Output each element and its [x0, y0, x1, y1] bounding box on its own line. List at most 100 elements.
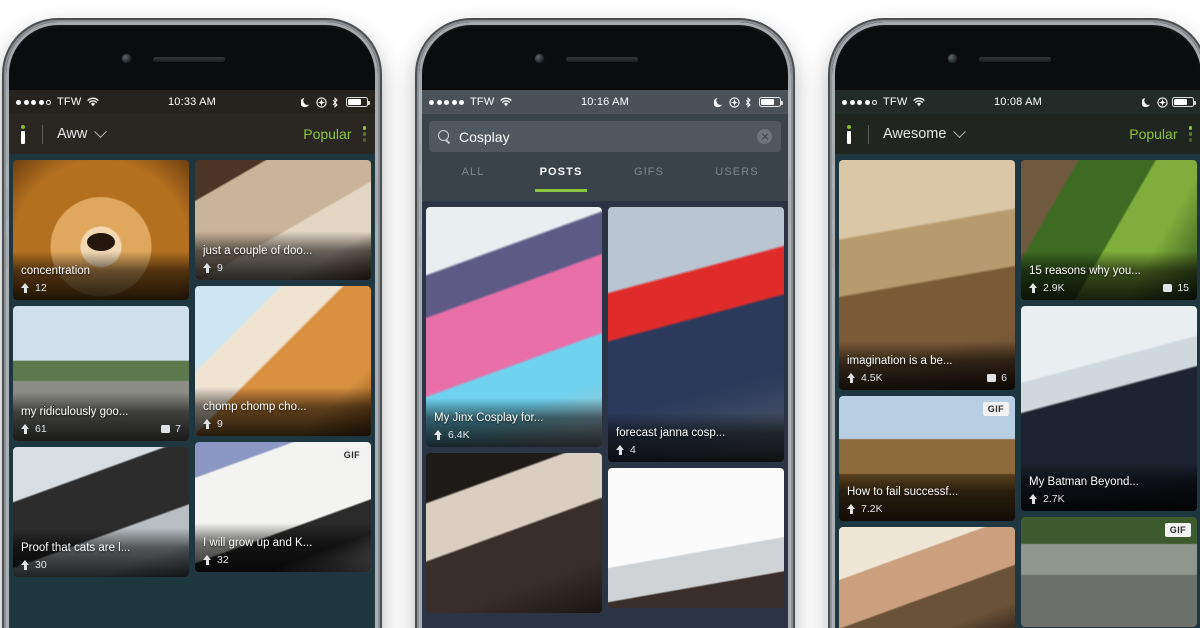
app-nav-bar: Aww Popular [6, 114, 378, 154]
front-camera-icon [948, 54, 957, 63]
post-meta: 4 [616, 444, 776, 456]
nav-divider [868, 124, 869, 144]
upvote-count: 12 [35, 282, 47, 294]
category-label: Awesome [883, 126, 947, 142]
upvote-icon[interactable] [21, 282, 30, 294]
category-label: Aww [57, 126, 88, 142]
feed-column: concentration 12 my ridiculously goo... 61 7… [13, 160, 189, 577]
tab-users[interactable]: USERS [693, 152, 781, 192]
volume-button[interactable] [832, 234, 834, 268]
location-icon [316, 96, 327, 108]
upvote-icon[interactable] [1029, 282, 1038, 294]
volume-button[interactable] [419, 144, 421, 164]
earpiece-speaker [153, 57, 225, 62]
tab-posts[interactable]: POSTS [517, 152, 605, 192]
kebab-menu-icon[interactable] [362, 126, 366, 142]
upvote-count: 6.4K [448, 429, 470, 441]
logo-dot [20, 124, 25, 129]
tab-gifs[interactable]: GIFS [605, 152, 693, 192]
search-tabs: ALL POSTS GIFS USERS [429, 152, 781, 192]
upvote-count: 9 [217, 262, 223, 274]
post-card[interactable] [608, 468, 784, 608]
post-overlay: Proof that cats are l... 30 [13, 527, 189, 577]
post-feed[interactable]: concentration 12 my ridiculously goo... 61 7… [6, 154, 378, 628]
volume-button[interactable] [832, 144, 834, 164]
post-title: forecast janna cosp... [616, 426, 726, 439]
post-card[interactable]: My Jinx Cosplay for... 6.4K [426, 207, 602, 447]
phone-screen: TFW 10:16 AM Cosplay ALL POSTS GIFS USERS My Ji… [419, 90, 791, 628]
power-button[interactable] [789, 177, 791, 223]
kebab-dot [362, 138, 366, 142]
search-input[interactable]: Cosplay [429, 121, 781, 152]
post-meta: 9 [203, 418, 363, 430]
volume-button[interactable] [6, 144, 8, 164]
post-title: How to fail successf... [847, 485, 959, 498]
feed-columns: concentration 12 my ridiculously goo... 61 7… [13, 160, 371, 577]
imgur-logo-icon[interactable] [18, 124, 27, 144]
upvote-icon[interactable] [847, 503, 856, 515]
sort-label[interactable]: Popular [1129, 126, 1177, 142]
post-overlay: I will grow up and K... 32 [195, 522, 371, 572]
upvote-icon[interactable] [616, 444, 625, 456]
post-card[interactable]: GIF I will grow up and K... 32 [195, 442, 371, 572]
imgur-logo-icon[interactable] [844, 124, 853, 144]
upvote-icon[interactable] [1029, 493, 1038, 505]
comment-icon[interactable] [1163, 284, 1173, 292]
category-selector[interactable]: Awesome [883, 124, 967, 142]
comment-icon[interactable] [161, 425, 171, 433]
post-card[interactable]: imagination is a be... 4.5K 6 [839, 160, 1015, 390]
upvote-icon[interactable] [847, 372, 856, 384]
upvote-icon[interactable] [21, 423, 30, 435]
volume-button[interactable] [419, 187, 421, 221]
post-card[interactable]: GIF How to fail successf... 7.2K [839, 396, 1015, 521]
logo-stem [846, 130, 851, 144]
post-feed[interactable]: imagination is a be... 4.5K 6 GIF How to fai… [832, 154, 1200, 628]
kebab-dot [362, 126, 366, 130]
volume-button[interactable] [419, 234, 421, 268]
post-card[interactable] [426, 453, 602, 613]
kebab-menu-icon[interactable] [1188, 126, 1192, 142]
post-card[interactable]: my ridiculously goo... 61 7 [13, 306, 189, 441]
phone-bezel-top [6, 22, 378, 90]
feed-column: 15 reasons why you... 2.9K 15 My Batman Bey… [1021, 160, 1197, 628]
status-bar: TFW 10:33 AM [6, 90, 378, 114]
volume-button[interactable] [832, 187, 834, 221]
feed-columns: My Jinx Cosplay for... 6.4K forecast janna… [426, 207, 784, 613]
post-title: chomp chomp cho... [203, 400, 307, 413]
post-meta: 61 7 [21, 423, 181, 435]
front-camera-icon [122, 54, 131, 63]
post-feed[interactable]: My Jinx Cosplay for... 6.4K forecast janna… [419, 201, 791, 628]
post-card[interactable]: 15 reasons why you... 2.9K 15 [1021, 160, 1197, 300]
upvote-count: 2.7K [1043, 493, 1065, 505]
clear-search-icon[interactable] [757, 129, 772, 144]
power-button[interactable] [376, 177, 378, 223]
post-card[interactable]: just a couple of doo... 9 [195, 160, 371, 280]
post-card[interactable] [839, 527, 1015, 628]
upvote-icon[interactable] [434, 429, 443, 441]
comment-group: 15 [1163, 282, 1189, 294]
upvote-icon[interactable] [203, 418, 212, 430]
post-card[interactable]: concentration 12 [13, 160, 189, 300]
upvote-icon[interactable] [203, 262, 212, 274]
volume-button[interactable] [6, 187, 8, 221]
volume-button[interactable] [6, 234, 8, 268]
comment-icon[interactable] [987, 374, 997, 382]
tab-all[interactable]: ALL [429, 152, 517, 192]
upvote-icon[interactable] [21, 559, 30, 571]
front-camera-icon [535, 54, 544, 63]
upvote-icon[interactable] [203, 554, 212, 566]
comment-group: 7 [161, 423, 181, 435]
earpiece-speaker [979, 57, 1051, 62]
category-selector[interactable]: Aww [57, 124, 108, 142]
post-card[interactable]: Proof that cats are l... 30 [13, 447, 189, 577]
post-card[interactable]: My Batman Beyond... 2.7K [1021, 306, 1197, 511]
post-card[interactable]: chomp chomp cho... 9 [195, 286, 371, 436]
status-right [1141, 96, 1196, 108]
sort-label[interactable]: Popular [303, 126, 351, 142]
nav-right-group: Popular [303, 126, 366, 142]
post-card[interactable]: GIF [1021, 517, 1197, 627]
post-overlay: just a couple of doo... 9 [195, 230, 371, 280]
battery-fill [761, 99, 774, 105]
post-title: My Batman Beyond... [1029, 475, 1139, 488]
post-card[interactable]: forecast janna cosp... 4 [608, 207, 784, 462]
